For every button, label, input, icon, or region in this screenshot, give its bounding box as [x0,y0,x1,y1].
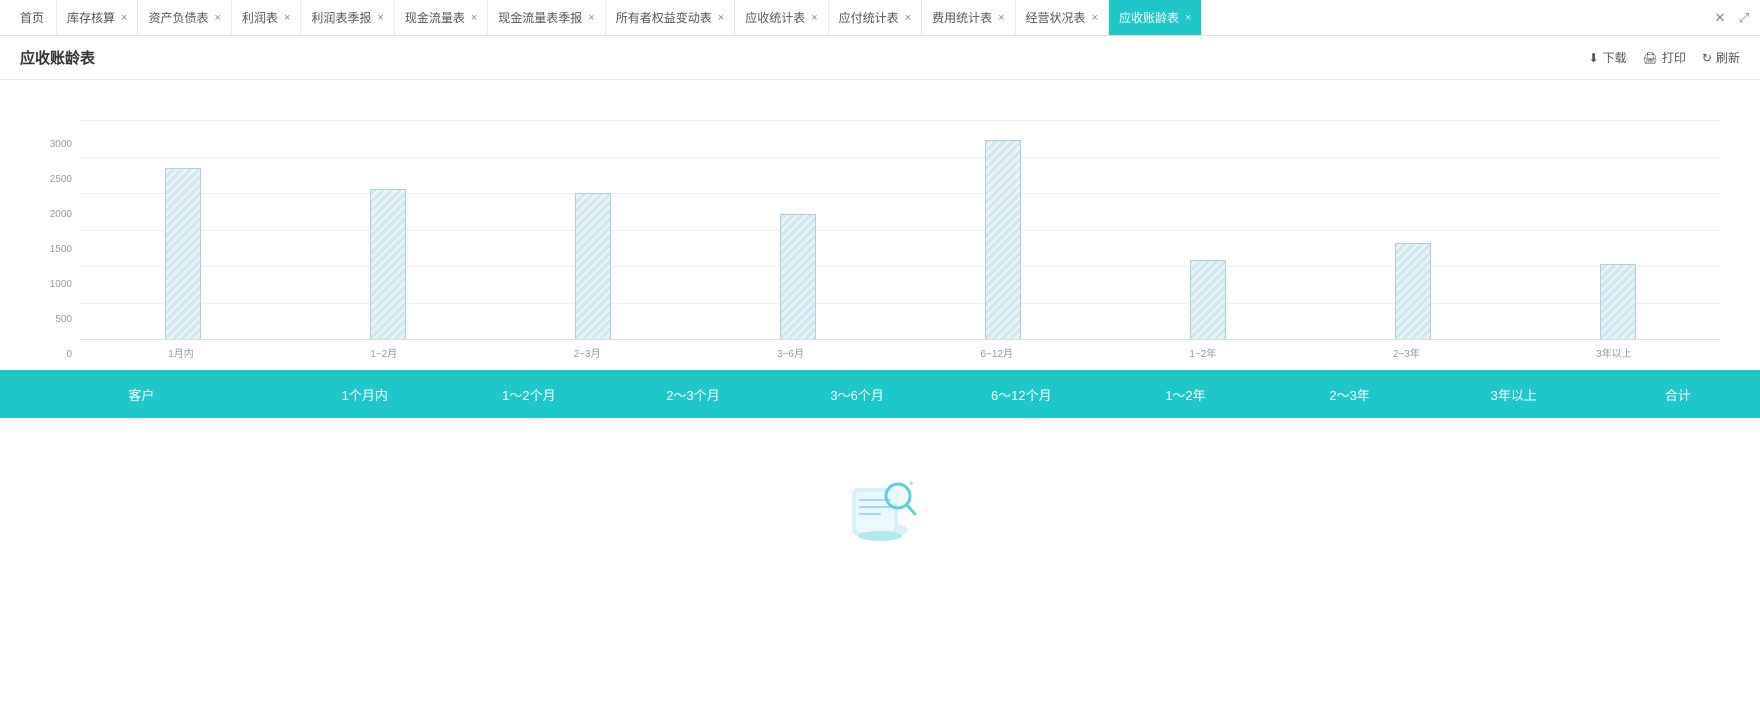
tab-equity[interactable]: 所有者权益变动表 × [606,0,735,36]
tab-close-profit[interactable]: × [284,12,290,24]
tab-profit-quarterly[interactable]: 利润表季报 × [301,0,394,36]
th-1-2month: 1～2个月 [447,385,611,404]
print-button[interactable]: 🖨 打印 [1643,49,1686,66]
tab-close-ar-stats[interactable]: × [811,12,817,24]
th-customer: 客户 [0,385,283,404]
x-label-4: 6~12月 [980,345,1013,360]
window-controls: ✕ ⤢ [1712,10,1752,26]
tab-close-cashflow[interactable]: × [471,12,477,24]
tab-operations[interactable]: 经营状况表 × [1016,0,1109,36]
tab-close-inventory[interactable]: × [121,12,127,24]
chart-container: 0 500 1000 1500 2000 2500 3000 [40,100,1720,360]
chart-body: 1月内 1~2月 2~3月 3~6月 6~12月 1~2年 2~3年 3年以上 [80,120,1720,360]
tab-cashflow-quarterly[interactable]: 现金流量表季报 × [488,0,605,36]
tab-inventory[interactable]: 库存核算 × [57,0,138,36]
chart-area: 0 500 1000 1500 2000 2500 3000 [0,80,1760,370]
th-3year-plus: 3年以上 [1432,385,1596,404]
download-icon: ⬇ [1589,51,1599,65]
svg-text:✦: ✦ [908,479,915,488]
page-title: 应收账龄表 [20,47,95,68]
y-label-2000: 2000 [40,210,72,220]
x-labels: 1月内 1~2月 2~3月 3~6月 6~12月 1~2年 2~3年 3年以上 [80,345,1720,360]
x-label-2: 2~3月 [574,345,601,360]
tab-ar-stats[interactable]: 应收统计表 × [735,0,828,36]
th-1month: 1个月内 [283,385,447,404]
tab-close-balance[interactable]: × [214,12,220,24]
print-icon: 🖨 [1643,51,1658,65]
x-label-1: 1~2月 [370,345,397,360]
table-header: 客户1个月内1～2个月2～3个月3～6个月6～12个月1～2年2～3年3年以上合… [0,370,1760,418]
tab-close-cashflow-quarterly[interactable]: × [588,12,594,24]
tab-bar: 首页 库存核算 × 资产负债表 × 利润表 × 利润表季报 × 现金流量表 × … [0,0,1760,36]
tab-close-profit-quarterly[interactable]: × [377,12,383,24]
y-label-2500: 2500 [40,175,72,185]
th-6-12month: 6～12个月 [939,385,1103,404]
x-label-5: 1~2年 [1189,345,1216,360]
y-label-1000: 1000 [40,280,72,290]
y-axis: 0 500 1000 1500 2000 2500 3000 [40,140,72,360]
refresh-icon: ↻ [1702,51,1712,65]
tab-expense-stats[interactable]: 费用统计表 × [922,0,1015,36]
header-actions: ⬇ 下载 🖨 打印 ↻ 刷新 [1589,49,1740,66]
x-label-7: 3年以上 [1596,345,1632,360]
table-body: ✦ · [0,418,1760,720]
svg-text:·: · [913,489,915,495]
th-3-6month: 3～6个月 [775,385,939,404]
tab-balance[interactable]: 资产负债表 × [138,0,231,36]
bar-group-3 [780,214,816,340]
tab-ap-stats[interactable]: 应付统计表 × [829,0,922,36]
x-label-3: 3~6月 [777,345,804,360]
y-label-0: 0 [40,350,72,360]
tab-close-expense-stats[interactable]: × [998,12,1004,24]
x-label-0: 1月内 [168,345,194,360]
bar-group-7 [1600,264,1636,340]
th-2-3year: 2～3年 [1268,385,1432,404]
bar-group-1 [370,189,406,340]
x-label-6: 2~3年 [1393,345,1420,360]
tab-close-ap-stats[interactable]: × [905,12,911,24]
main-content: 0 500 1000 1500 2000 2500 3000 [0,80,1760,720]
tab-home[interactable]: 首页 [8,0,57,36]
y-label-500: 500 [40,315,72,325]
bar-group-5 [1190,260,1226,340]
th-2-3month: 2～3个月 [611,385,775,404]
bar-group-4 [985,140,1021,340]
tab-close-ar-aging[interactable]: × [1185,12,1191,24]
page-header: 应收账龄表 ⬇ 下载 🖨 打印 ↻ 刷新 [0,36,1760,80]
y-label-1500: 1500 [40,245,72,255]
th-1-2year: 1～2年 [1103,385,1267,404]
bar-group-0 [165,168,201,340]
bar-group-2 [575,193,611,340]
refresh-button[interactable]: ↻ 刷新 [1702,49,1740,66]
tab-ar-aging[interactable]: 应收账龄表 × [1109,0,1202,36]
maximize-button[interactable]: ⤢ [1736,10,1752,26]
tab-profit[interactable]: 利润表 × [232,0,301,36]
empty-state: ✦ · [830,438,930,558]
download-button[interactable]: ⬇ 下载 [1589,49,1627,66]
th-total: 合计 [1596,385,1760,404]
tab-close-operations[interactable]: × [1092,12,1098,24]
tab-close-equity[interactable]: × [718,12,724,24]
y-label-3000: 3000 [40,140,72,150]
tab-cashflow[interactable]: 现金流量表 × [395,0,488,36]
empty-illustration: ✦ · [830,458,930,558]
bar-group-6 [1395,243,1431,340]
minimize-button[interactable]: ✕ [1712,10,1728,26]
zero-line [80,339,1720,340]
bars-row [80,120,1720,340]
